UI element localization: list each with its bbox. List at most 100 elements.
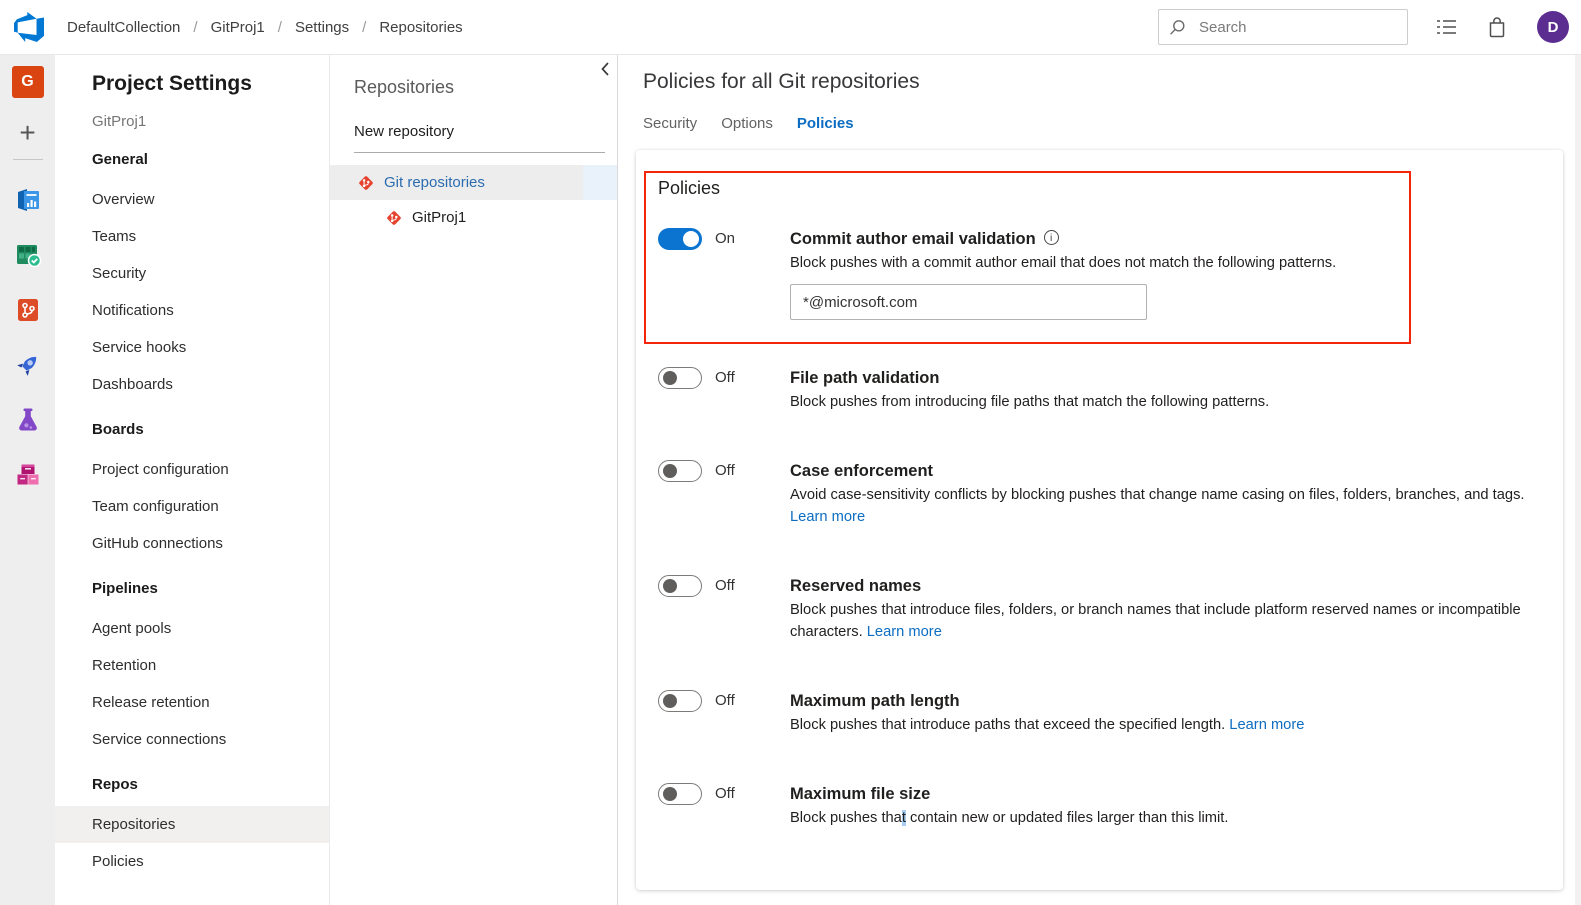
learn-more-link[interactable]: Learn more (867, 624, 942, 640)
top-header: DefaultCollection / GitProj1 / Settings / Repo… (0, 0, 1581, 55)
user-avatar[interactable]: D (1537, 11, 1569, 43)
project-avatar[interactable]: G (12, 66, 44, 98)
card-heading: Policies (658, 178, 1563, 202)
panel-title: Repositories (354, 77, 617, 98)
breadcrumb-item-settings[interactable]: Settings (295, 19, 349, 36)
breadcrumb-item-defaultcollection[interactable]: DefaultCollection (67, 19, 180, 36)
sidebar-item-repositories[interactable]: Repositories (55, 806, 329, 843)
policy-row: On Commit author email validationiBlock p… (658, 226, 1563, 320)
tree-item-gitproj1[interactable]: GitProj1 (330, 200, 617, 235)
policy-row: OffCase enforcementAvoid case-sensitivit… (658, 458, 1563, 528)
search-input[interactable] (1197, 18, 1371, 37)
sidebar-item-policies[interactable]: Policies (55, 843, 329, 880)
main-content: Policies for all Git repositories Securi… (618, 55, 1581, 905)
sidebar-item-notifications[interactable]: Notifications (55, 292, 329, 329)
policy-title: Maximum file size (790, 781, 1530, 807)
sidebar-item-security[interactable]: Security (55, 255, 329, 292)
email-pattern-input[interactable] (790, 284, 1147, 320)
breadcrumb-separator: / (278, 19, 282, 36)
panel-divider (354, 152, 605, 153)
sidebar-item-dashboards[interactable]: Dashboards (55, 366, 329, 403)
tree-item-label: GitProj1 (412, 209, 466, 226)
boards-icon[interactable] (13, 240, 43, 270)
test-plans-icon[interactable] (13, 405, 43, 435)
nav-section-repos: Repos (92, 776, 329, 797)
search-box[interactable] (1158, 9, 1408, 45)
sidebar-item-project-configuration[interactable]: Project configuration (55, 451, 329, 488)
selected-text: t (902, 810, 906, 826)
policy-title: Commit author email validationi (790, 226, 1530, 252)
learn-more-link[interactable]: Learn more (1229, 717, 1304, 733)
toggle-knob (663, 464, 677, 478)
policy-toggle[interactable] (658, 575, 702, 597)
tab-bar: Security Options Policies (643, 115, 1581, 132)
toggle-state-label: On (715, 226, 735, 252)
artifacts-icon[interactable] (13, 460, 43, 490)
toggle-knob (663, 787, 677, 801)
toggle-state-label: Off (715, 688, 735, 714)
breadcrumb-separator: / (193, 19, 197, 36)
tab-security[interactable]: Security (643, 115, 697, 132)
sidebar-item-team-configuration[interactable]: Team configuration (55, 488, 329, 525)
learn-more-link[interactable]: Learn more (790, 509, 865, 525)
left-rail: G + (0, 55, 55, 905)
marketplace-bag-icon[interactable] (1487, 16, 1507, 38)
policy-toggle[interactable] (658, 690, 702, 712)
sidebar-item-service-hooks[interactable]: Service hooks (55, 329, 329, 366)
policy-row: OffReserved namesBlock pushes that intro… (658, 573, 1563, 643)
nav-section-boards: Boards (92, 421, 329, 442)
info-icon[interactable]: i (1044, 230, 1059, 245)
tab-policies[interactable]: Policies (797, 115, 854, 132)
tree-item-label: Git repositories (384, 174, 485, 191)
tree-item-git-repositories[interactable]: Git repositories (330, 165, 617, 200)
policy-row: OffMaximum path lengthBlock pushes that … (658, 688, 1563, 736)
plus-icon[interactable]: + (19, 118, 35, 148)
sidebar-item-github-connections[interactable]: GitHub connections (55, 525, 329, 562)
project-settings-sidebar: Project Settings GitProj1 GeneralOvervie… (55, 55, 330, 905)
policy-description: Avoid case-sensitivity conflicts by bloc… (790, 484, 1530, 528)
toggle-knob (663, 694, 677, 708)
nav-section-general: General (92, 151, 329, 172)
policy-toggle[interactable] (658, 460, 702, 482)
scrollbar-track[interactable] (1575, 55, 1581, 905)
policy-description: Block pushes that contain new or updated… (790, 807, 1530, 829)
toggle-knob (663, 579, 677, 593)
toggle-knob (663, 371, 677, 385)
breadcrumb-item-gitproj1[interactable]: GitProj1 (211, 19, 265, 36)
policy-toggle[interactable] (658, 367, 702, 389)
toggle-knob (683, 231, 699, 247)
new-repository-button[interactable]: New repository (354, 123, 454, 140)
policy-title: Case enforcement (790, 458, 1530, 484)
breadcrumb: DefaultCollection / GitProj1 / Settings / Repo… (67, 19, 463, 36)
sidebar-item-overview[interactable]: Overview (55, 181, 329, 218)
policy-toggle[interactable] (658, 228, 702, 250)
policies-card: Policies On Commit author email validatio… (636, 150, 1563, 890)
overview-icon[interactable] (13, 185, 43, 215)
policy-description: Block pushes from introducing file paths… (790, 391, 1530, 413)
repositories-panel: Repositories New repository Git reposito… (330, 55, 618, 905)
sidebar-item-teams[interactable]: Teams (55, 218, 329, 255)
tab-options[interactable]: Options (721, 115, 773, 132)
project-name-label: GitProj1 (92, 113, 329, 133)
azure-devops-logo-icon[interactable] (14, 12, 44, 42)
pipelines-icon[interactable] (13, 350, 43, 380)
policy-title: Reserved names (790, 573, 1530, 599)
policy-list: OnCommit author email validationiBlock p… (658, 226, 1563, 829)
repos-icon[interactable] (13, 295, 43, 325)
policy-row: OffFile path validationBlock pushes from… (658, 365, 1563, 413)
sidebar-item-agent-pools[interactable]: Agent pools (55, 610, 329, 647)
breadcrumb-separator: / (362, 19, 366, 36)
policy-description: Block pushes that introduce files, folde… (790, 599, 1530, 643)
sidebar-item-service-connections[interactable]: Service connections (55, 721, 329, 758)
policy-description: Block pushes with a commit author email … (790, 252, 1530, 274)
breadcrumb-item-repositories[interactable]: Repositories (379, 19, 462, 36)
task-list-icon[interactable] (1435, 17, 1457, 37)
chevron-left-icon[interactable] (600, 61, 610, 77)
policy-toggle[interactable] (658, 783, 702, 805)
search-icon (1169, 19, 1186, 36)
settings-nav-sections: General OverviewTeamsSecurityNotification… (55, 151, 329, 880)
sidebar-item-release-retention[interactable]: Release retention (55, 684, 329, 721)
policy-row: Off Maximum file sizeBlock pushes that co… (658, 781, 1563, 829)
sidebar-item-retention[interactable]: Retention (55, 647, 329, 684)
toggle-state-label: Off (715, 781, 735, 807)
